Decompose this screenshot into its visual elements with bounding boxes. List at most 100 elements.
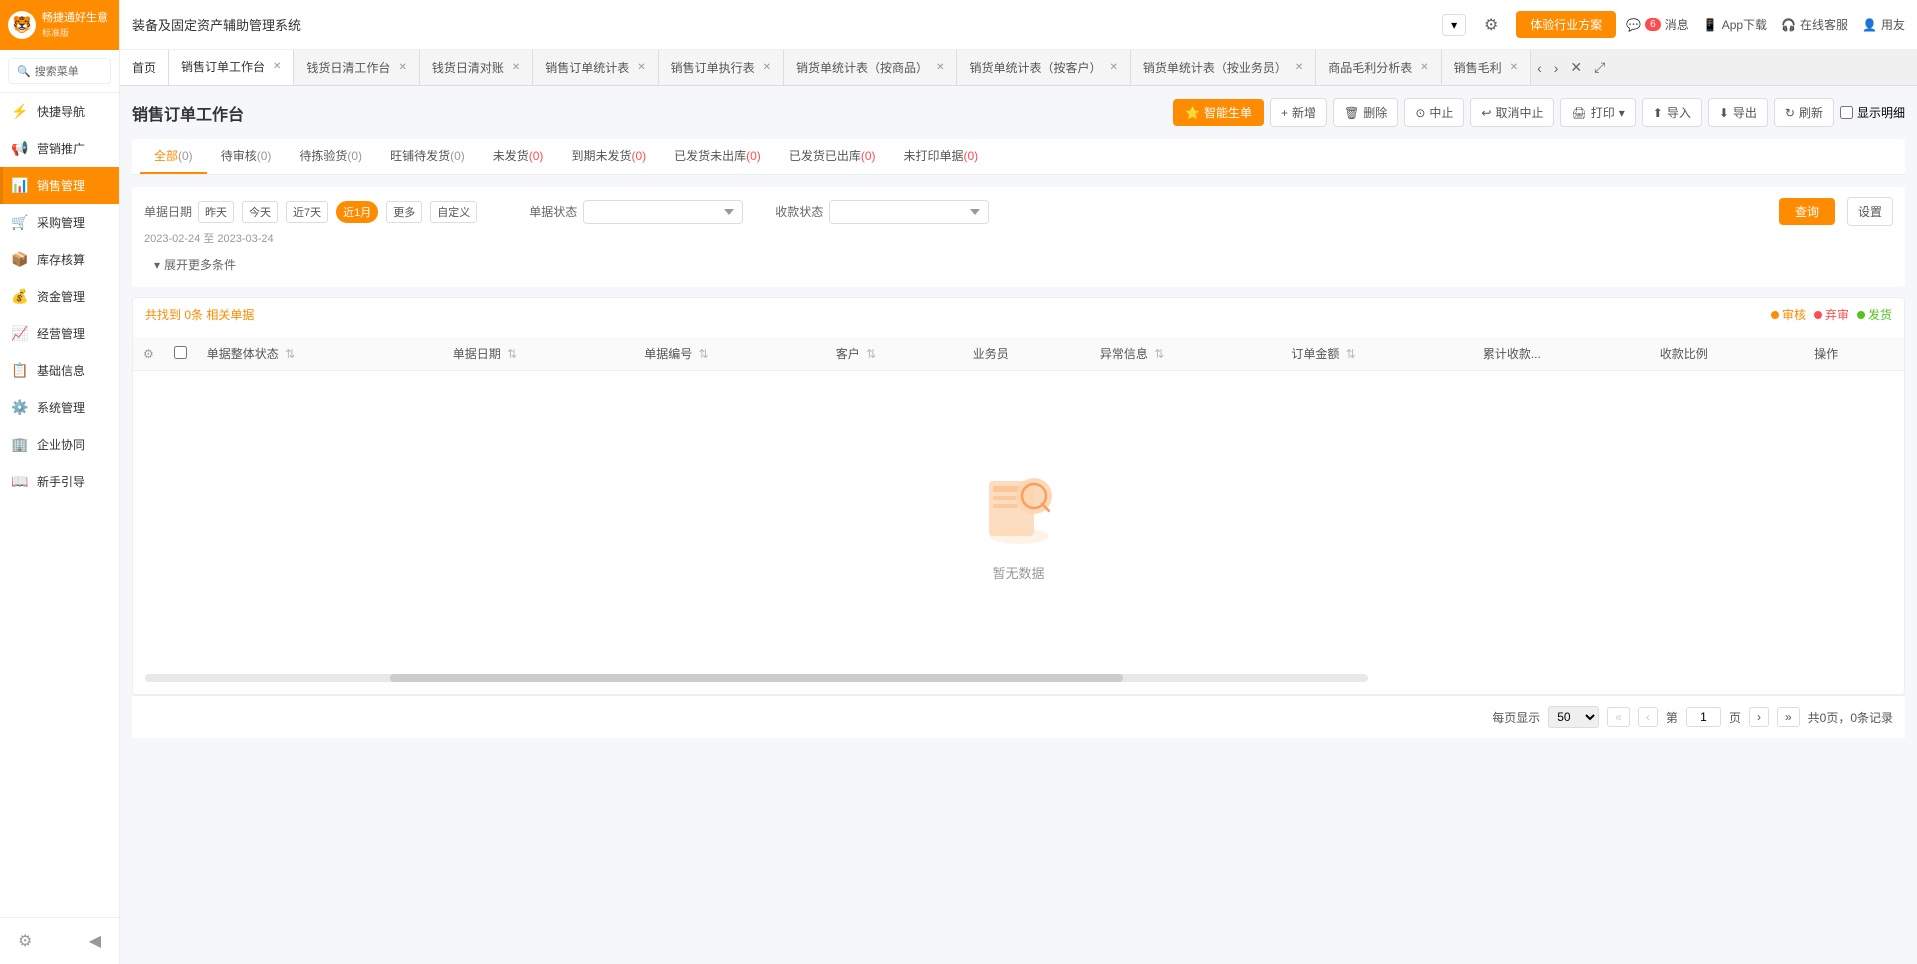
industry-solution-button[interactable]: 体验行业方案 [1516, 11, 1616, 38]
subtab-count-not-shipped: (0) [529, 149, 544, 163]
tab-close-sales-more[interactable]: ✕ [1510, 62, 1518, 73]
set-button[interactable]: 设置 [1847, 197, 1893, 226]
online-service-button[interactable]: 🎧 在线客服 [1781, 16, 1848, 33]
tab-scroll-next-button[interactable]: › [1548, 50, 1565, 86]
date-option-昨天[interactable]: 昨天 [198, 201, 234, 223]
stop-button[interactable]: ⊙ 中止 [1404, 98, 1464, 127]
show-detail-label[interactable]: 显示明细 [1840, 104, 1905, 121]
sidebar-item-inventory[interactable]: 📦库存核算 [0, 241, 119, 278]
date-option-近1月[interactable]: 近1月 [336, 201, 378, 223]
cancel-stop-button[interactable]: ↩ 取消中止 [1470, 98, 1554, 127]
prev-page-button[interactable]: ‹ [1638, 707, 1658, 727]
tab-sales-order[interactable]: 销售订单工作台✕ [169, 50, 294, 86]
sidebar-item-purchase[interactable]: 🛒采购管理 [0, 204, 119, 241]
review-action-button[interactable]: 审核 [1771, 306, 1806, 323]
logo-text: 畅捷通好生意 标准版 [42, 11, 108, 38]
pagination: 每页显示 50 10 20 100 « ‹ 第 页 › » 共0页，0条记录 [132, 695, 1905, 738]
expand-row: ▾ 展开更多条件 [144, 252, 1893, 277]
tab-sales-stat[interactable]: 销售订单统计表✕ [533, 50, 658, 86]
per-page-select[interactable]: 50 10 20 100 [1548, 706, 1599, 728]
subtab-pending-check[interactable]: 待拣验货(0) [285, 139, 376, 174]
maximize-button[interactable]: ⤢ [1588, 50, 1611, 86]
tab-cash-daily[interactable]: 钱货日清工作台✕ [294, 50, 419, 86]
refresh-button[interactable]: ↻ 刷新 [1774, 98, 1834, 127]
sidebar-item-system[interactable]: ⚙️系统管理 [0, 389, 119, 426]
last-page-button[interactable]: » [1777, 707, 1800, 727]
sidebar-item-enterprise[interactable]: 🏢企业协同 [0, 426, 119, 463]
delete-button[interactable]: 🗑 删除 [1333, 98, 1398, 127]
tab-close-sales-order[interactable]: ✕ [273, 61, 281, 72]
tab-scroll-prev-button[interactable]: ‹ [1531, 50, 1548, 86]
settings-icon-button[interactable]: ⚙ [8, 926, 42, 956]
tab-sales-sum-product[interactable]: 销货单统计表（按商品）✕ [784, 50, 957, 86]
tab-close-sales-sum-customer[interactable]: ✕ [1109, 62, 1117, 73]
first-page-button[interactable]: « [1607, 707, 1630, 727]
tab-sales-exec[interactable]: 销售订单执行表✕ [659, 50, 784, 86]
export-button[interactable]: ⬇ 导出 [1708, 98, 1768, 127]
date-label: 单据日期 [144, 203, 192, 220]
sidebar-item-label: 资金管理 [37, 288, 85, 305]
show-detail-checkbox[interactable] [1840, 106, 1853, 119]
topbar-settings-button[interactable]: ⚙ [1476, 10, 1506, 40]
import-button[interactable]: ⬆ 导入 [1642, 98, 1702, 127]
subtab-expired-not-shipped[interactable]: 到期未发货(0) [557, 139, 660, 174]
status-select[interactable] [583, 200, 743, 224]
tab-close-gross-profit[interactable]: ✕ [1420, 62, 1428, 73]
tab-close-sales-exec[interactable]: ✕ [763, 62, 771, 73]
query-button[interactable]: 查询 [1779, 198, 1835, 225]
subtab-wangpu-pending[interactable]: 旺铺待发货(0) [376, 139, 479, 174]
tab-close-cash-daily[interactable]: ✕ [398, 62, 406, 73]
user-menu-button[interactable]: 👤 用友 [1862, 16, 1905, 33]
date-option-自定义[interactable]: 自定义 [430, 201, 477, 223]
message-icon: 💬 [1626, 18, 1641, 32]
tab-gross-profit[interactable]: 商品毛利分析表✕ [1316, 50, 1441, 86]
tab-cash-reconcile[interactable]: 钱货日清对账✕ [420, 50, 533, 86]
print-button[interactable]: 🖨 打印 ▾ [1560, 98, 1635, 127]
tab-sales-sum-customer[interactable]: 销货单统计表（按客户）✕ [957, 50, 1130, 86]
horizontal-scrollbar[interactable] [133, 662, 1904, 694]
topbar-right: 💬 6 消息 📱 App下载 🎧 在线客服 👤 用友 [1626, 16, 1905, 33]
sidebar-item-base[interactable]: 📋基础信息 [0, 352, 119, 389]
tab-sales-sum-staff[interactable]: 销货单统计表（按业务员）✕ [1131, 50, 1316, 86]
app-download-button[interactable]: 📱 App下载 [1703, 16, 1767, 33]
page-number-input[interactable] [1686, 707, 1721, 727]
search-menu-button[interactable]: 🔍 搜索菜单 [8, 58, 111, 84]
date-option-近7天[interactable]: 近7天 [286, 201, 328, 223]
subtab-pending-review[interactable]: 待审核(0) [207, 139, 286, 174]
cancel-review-action-button[interactable]: 弃审 [1814, 306, 1849, 323]
subtab-shipped-not-out[interactable]: 已发货未出库(0) [660, 139, 775, 174]
sidebar-item-marketing[interactable]: 📢营销推广 [0, 130, 119, 167]
payment-select[interactable] [829, 200, 989, 224]
sidebar-item-sales[interactable]: 📊销售管理 [0, 167, 119, 204]
system-dropdown-button[interactable]: ▾ [1442, 14, 1466, 36]
sidebar-item-guide[interactable]: 📖新手引导 [0, 463, 119, 500]
message-button[interactable]: 💬 6 消息 [1626, 16, 1689, 33]
subtab-not-shipped[interactable]: 未发货(0) [479, 139, 558, 174]
purchase-icon: 🛒 [11, 214, 29, 231]
subtab-count-all: (0) [178, 149, 193, 163]
select-all-checkbox[interactable] [174, 346, 187, 359]
subtab-all[interactable]: 全部(0) [140, 139, 207, 174]
collapse-sidebar-button[interactable]: ◀ [79, 926, 111, 956]
sidebar-item-quick-nav[interactable]: ⚡快捷导航 [0, 93, 119, 130]
tab-sales-more[interactable]: 销售毛利✕ [1442, 50, 1531, 86]
close-all-tabs-button[interactable]: ✕ [1564, 50, 1588, 86]
smart-create-button[interactable]: ⭐ 智能生单 [1173, 99, 1264, 126]
subtab-shipped-out[interactable]: 已发货已出库(0) [775, 139, 890, 174]
subtab-label-not-printed: 未打印单据 [904, 149, 964, 163]
tab-close-sales-sum-staff[interactable]: ✕ [1295, 62, 1303, 73]
subtab-not-printed[interactable]: 未打印单据(0) [890, 139, 993, 174]
tab-close-sales-stat[interactable]: ✕ [637, 62, 645, 73]
tab-home[interactable]: 首页 [120, 50, 169, 86]
date-option-今天[interactable]: 今天 [242, 201, 278, 223]
add-button[interactable]: + 新增 [1270, 98, 1327, 127]
date-range-display: 2023-02-24 至 2023-03-24 [144, 230, 1893, 246]
expand-filter-button[interactable]: ▾ 展开更多条件 [144, 252, 246, 277]
sidebar-item-operation[interactable]: 📈经营管理 [0, 315, 119, 352]
next-page-button[interactable]: › [1749, 707, 1769, 727]
tab-close-cash-reconcile[interactable]: ✕ [512, 62, 520, 73]
date-option-更多[interactable]: 更多 [386, 201, 422, 223]
tab-close-sales-sum-product[interactable]: ✕ [936, 62, 944, 73]
sidebar-item-finance[interactable]: 💰资金管理 [0, 278, 119, 315]
ship-action-button[interactable]: 发货 [1857, 306, 1892, 323]
